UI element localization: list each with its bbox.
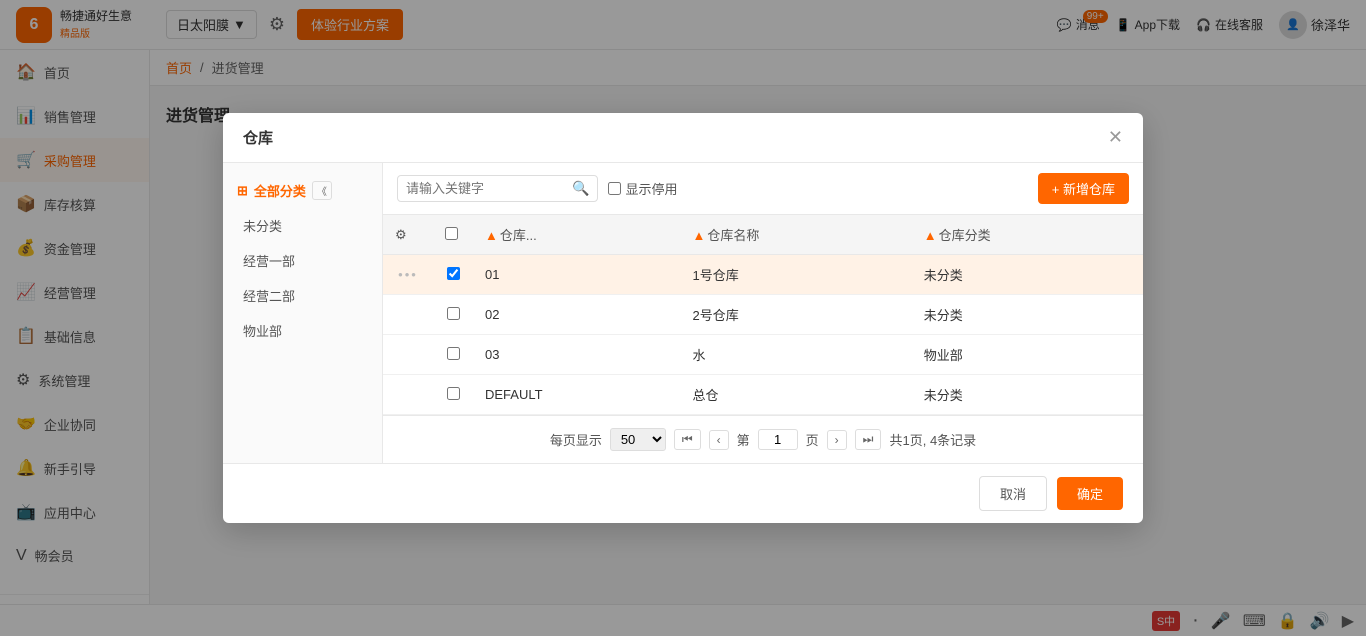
modal-close-button[interactable]: ✕	[1108, 127, 1123, 148]
row-category: 未分类	[912, 295, 1143, 335]
row-checkbox-cell	[433, 335, 473, 375]
row-checkbox-cell	[433, 375, 473, 415]
row-name: 水	[681, 335, 912, 375]
table-body: ••• 01 1号仓库 未分类 02 2号仓库 未分类 03 水 物业部	[383, 255, 1143, 415]
page-unit: 页	[806, 430, 819, 449]
show-disabled-checkbox[interactable]	[608, 182, 621, 195]
table-scroll-area: ⚙ ▲仓库... ▲仓库名称 ▲仓库分类 •••	[383, 215, 1143, 415]
category-item[interactable]: 经营二部	[223, 278, 382, 313]
category-panel: ⊞ 全部分类 《 未分类经营一部经营二部物业部	[223, 163, 383, 463]
prev-page-button[interactable]: ‹	[709, 430, 729, 450]
category-item[interactable]: 经营一部	[223, 243, 382, 278]
row-code: 01	[473, 255, 681, 295]
page-label: 第	[737, 430, 750, 449]
select-all-checkbox[interactable]	[445, 227, 458, 240]
modal-overlay: 仓库 ✕ ⊞ 全部分类 《 未分类经营一部经营二部物业部 🔍	[0, 0, 1366, 636]
page-number-input[interactable]	[758, 429, 798, 450]
action-dots[interactable]: •••	[398, 267, 418, 282]
row-category: 未分类	[912, 375, 1143, 415]
th-code: ▲仓库...	[473, 215, 681, 255]
last-page-button[interactable]: ⏭	[855, 429, 882, 450]
sort-icon-cat: ▲	[924, 228, 937, 243]
pagination-bar: 每页显示 102050100 ⏮ ‹ 第 页 › ⏭ 共1页, 4条记录	[383, 415, 1143, 463]
row-action: •••	[383, 255, 433, 295]
table-header-row: ⚙ ▲仓库... ▲仓库名称 ▲仓库分类	[383, 215, 1143, 255]
table-head: ⚙ ▲仓库... ▲仓库名称 ▲仓库分类	[383, 215, 1143, 255]
per-page-label: 每页显示	[550, 430, 602, 449]
sort-icon-code: ▲	[485, 228, 498, 243]
modal-header: 仓库 ✕	[223, 113, 1143, 163]
grid-icon: ⊞	[237, 183, 248, 199]
table-toolbar: 🔍 显示停用 + 新增仓库	[383, 163, 1143, 215]
row-action	[383, 375, 433, 415]
category-item[interactable]: 未分类	[223, 208, 382, 243]
row-code: DEFAULT	[473, 375, 681, 415]
category-item[interactable]: 物业部	[223, 313, 382, 348]
row-code: 03	[473, 335, 681, 375]
collapse-categories-button[interactable]: 《	[312, 181, 332, 200]
row-checkbox-cell	[433, 255, 473, 295]
row-name: 1号仓库	[681, 255, 912, 295]
th-name: ▲仓库名称	[681, 215, 912, 255]
row-action	[383, 295, 433, 335]
row-category: 未分类	[912, 255, 1143, 295]
sort-icon-name: ▲	[693, 228, 706, 243]
all-categories-item[interactable]: ⊞ 全部分类 《	[223, 173, 382, 208]
row-name: 2号仓库	[681, 295, 912, 335]
table-row[interactable]: ••• 01 1号仓库 未分类	[383, 255, 1143, 295]
category-items: 未分类经营一部经营二部物业部	[223, 208, 382, 348]
row-name: 总仓	[681, 375, 912, 415]
table-row[interactable]: 03 水 物业部	[383, 335, 1143, 375]
show-disabled-text: 显示停用	[625, 179, 677, 198]
row-checkbox[interactable]	[447, 347, 460, 360]
next-page-button[interactable]: ›	[827, 430, 847, 450]
row-category: 物业部	[912, 335, 1143, 375]
show-disabled-label[interactable]: 显示停用	[608, 179, 677, 198]
add-warehouse-button[interactable]: + 新增仓库	[1038, 173, 1129, 204]
first-page-button[interactable]: ⏮	[674, 429, 701, 450]
warehouse-table: ⚙ ▲仓库... ▲仓库名称 ▲仓库分类 •••	[383, 215, 1143, 415]
th-category: ▲仓库分类	[912, 215, 1143, 255]
row-action	[383, 335, 433, 375]
th-check	[433, 215, 473, 255]
table-panel: 🔍 显示停用 + 新增仓库 ⚙	[383, 163, 1143, 463]
modal-footer: 取消 确定	[223, 463, 1143, 523]
total-info: 共1页, 4条记录	[889, 430, 976, 449]
row-checkbox-cell	[433, 295, 473, 335]
search-input[interactable]	[406, 181, 566, 196]
row-checkbox[interactable]	[447, 307, 460, 320]
table-row[interactable]: DEFAULT 总仓 未分类	[383, 375, 1143, 415]
confirm-button[interactable]: 确定	[1057, 477, 1123, 510]
modal-title: 仓库	[243, 127, 273, 148]
search-icon[interactable]: 🔍	[572, 180, 589, 197]
modal-body: ⊞ 全部分类 《 未分类经营一部经营二部物业部 🔍 显示停用	[223, 163, 1143, 463]
table-row[interactable]: 02 2号仓库 未分类	[383, 295, 1143, 335]
row-code: 02	[473, 295, 681, 335]
row-checkbox[interactable]	[447, 387, 460, 400]
all-categories-label: 全部分类	[254, 181, 306, 200]
cancel-button[interactable]: 取消	[979, 476, 1047, 511]
warehouse-modal: 仓库 ✕ ⊞ 全部分类 《 未分类经营一部经营二部物业部 🔍	[223, 113, 1143, 523]
th-gear: ⚙	[383, 215, 433, 255]
search-wrap: 🔍	[397, 175, 598, 202]
row-checkbox[interactable]	[447, 267, 460, 280]
per-page-select[interactable]: 102050100	[610, 428, 666, 451]
